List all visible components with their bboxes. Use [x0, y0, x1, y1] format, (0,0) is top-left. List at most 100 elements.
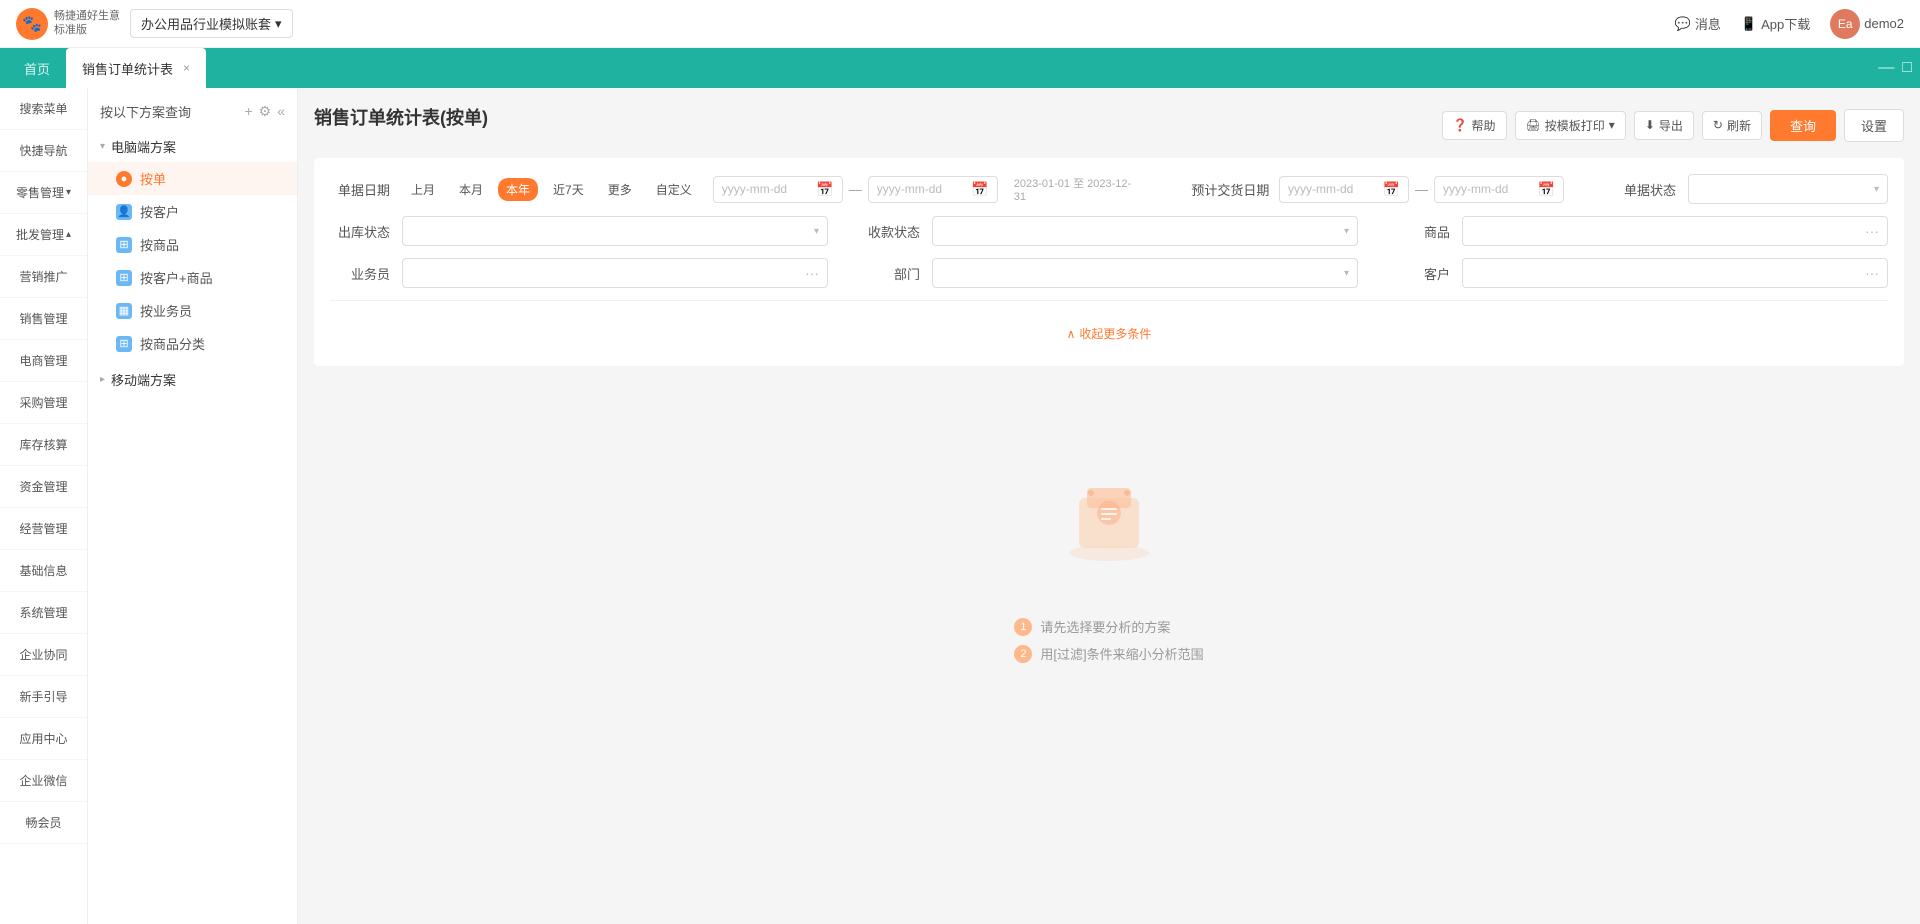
plan-item-by-product[interactable]: ⊞ 按商品: [88, 228, 297, 261]
date-from-input[interactable]: yyyy-mm-dd 📅: [713, 176, 843, 203]
expected-date-separator: —: [1415, 182, 1428, 197]
customer-field[interactable]: ···: [1462, 258, 1888, 288]
tab-home[interactable]: 首页: [8, 48, 66, 88]
window-minimize-icon[interactable]: —: [1878, 59, 1894, 77]
sidebar-item-retail[interactable]: 零售管理 ▾: [0, 172, 87, 214]
department-field[interactable]: ▾: [932, 258, 1358, 288]
ship-status-select[interactable]: ▾: [402, 216, 828, 246]
expected-date-to-input[interactable]: yyyy-mm-dd 📅: [1434, 176, 1564, 203]
by-customer-icon: 👤: [116, 204, 132, 220]
expected-date-input-group: yyyy-mm-dd 📅 — yyyy-mm-dd 📅: [1279, 176, 1564, 203]
help-button[interactable]: ❓ 帮助: [1442, 111, 1507, 140]
collapse-filter-button[interactable]: ∧ 收起更多条件: [330, 317, 1888, 350]
sidebar: 搜索菜单 快捷导航 零售管理 ▾ 批发管理 ▴ 营销推广 销售管理 电商管理 采…: [0, 88, 88, 924]
settings-button[interactable]: 设置: [1844, 109, 1904, 142]
mobile-solutions-header[interactable]: ▸ 移动端方案: [88, 364, 297, 395]
left-panel-header-actions: + ⚙ «: [244, 103, 285, 120]
calendar-icon: 📅: [1538, 181, 1555, 198]
doc-status-select[interactable]: ▾: [1688, 174, 1888, 204]
chevron-down-icon: ▾: [814, 226, 819, 237]
chevron-down-icon: ▾: [1874, 184, 1879, 195]
plan-item-by-product-category[interactable]: ⊞ 按商品分类: [88, 327, 297, 360]
calendar-icon: 📅: [816, 181, 833, 198]
by-order-icon: ●: [116, 171, 132, 187]
date-range-display: 2023-01-01 至 2023-12-31: [1014, 175, 1140, 203]
query-button[interactable]: 查询: [1770, 110, 1836, 141]
shortcut-last-7-days[interactable]: 近7天: [544, 177, 593, 202]
filter-row-date: 单据日期 上月 本月 本年 近7天 更多 自定义 yyyy-mm-dd 📅: [330, 174, 1888, 204]
tab-close-icon[interactable]: ×: [183, 61, 190, 75]
sidebar-item-inventory[interactable]: 库存核算: [0, 424, 87, 466]
page-header: 销售订单统计表(按单) ❓ 帮助 🖨 按模板打印 ▾ ⬇: [314, 104, 1904, 146]
sidebar-item-basic-info[interactable]: 基础信息: [0, 550, 87, 592]
help-icon: ❓: [1453, 118, 1468, 132]
top-bar-right: 💬 消息 📱 App下载 Ea demo2: [1675, 9, 1904, 39]
empty-state: 1 请先选择要分析的方案 2 用[过滤]条件来缩小分析范围: [314, 378, 1904, 743]
pay-status-select[interactable]: ▾: [932, 216, 1358, 246]
print-icon: 🖨: [1526, 118, 1541, 132]
ship-status-label: 出库状态: [330, 222, 390, 241]
add-plan-button[interactable]: +: [244, 103, 252, 120]
sidebar-item-enterprise[interactable]: 企业协同: [0, 634, 87, 676]
sidebar-item-system[interactable]: 系统管理: [0, 592, 87, 634]
sidebar-item-purchase[interactable]: 采购管理: [0, 382, 87, 424]
more-options-icon[interactable]: ···: [805, 265, 819, 281]
tip-number-2: 2: [1014, 645, 1032, 663]
shortcut-this-year[interactable]: 本年: [498, 178, 538, 201]
refresh-icon: ↻: [1713, 118, 1723, 132]
app-download-action[interactable]: 📱 App下载: [1741, 14, 1810, 33]
chevron-down-icon: ▾: [100, 141, 105, 152]
plan-item-by-customer[interactable]: 👤 按客户: [88, 195, 297, 228]
user-profile[interactable]: Ea demo2: [1830, 9, 1904, 39]
window-maximize-icon[interactable]: □: [1902, 59, 1912, 77]
by-product-icon: ⊞: [116, 237, 132, 253]
sidebar-item-quick-nav[interactable]: 快捷导航: [0, 130, 87, 172]
mobile-solutions-group: ▸ 移动端方案: [88, 364, 297, 395]
by-customer-product-icon: ⊞: [116, 270, 132, 286]
more-options-icon[interactable]: ···: [1865, 265, 1879, 281]
chevron-down-icon: ▾: [1344, 226, 1349, 237]
sidebar-item-member[interactable]: 畅会员: [0, 802, 87, 844]
by-product-category-icon: ⊞: [116, 336, 132, 352]
sidebar-item-app-center[interactable]: 应用中心: [0, 718, 87, 760]
shortcut-custom[interactable]: 自定义: [647, 177, 701, 202]
shortcut-more[interactable]: 更多: [599, 177, 641, 202]
chevron-down-icon: ▾: [1609, 118, 1615, 132]
export-button[interactable]: ⬇ 导出: [1634, 111, 1694, 140]
product-label: 商品: [1390, 222, 1450, 241]
sidebar-item-ecommerce[interactable]: 电商管理: [0, 340, 87, 382]
collapse-panel-icon[interactable]: «: [277, 103, 285, 120]
more-options-icon[interactable]: ···: [1865, 223, 1879, 239]
shortcut-last-month[interactable]: 上月: [402, 177, 444, 202]
sidebar-item-marketing[interactable]: 营销推广: [0, 256, 87, 298]
sidebar-item-wholesale[interactable]: 批发管理 ▴: [0, 214, 87, 256]
plan-item-by-order[interactable]: ● 按单: [88, 162, 297, 195]
sidebar-item-sales[interactable]: 销售管理: [0, 298, 87, 340]
product-field[interactable]: ···: [1462, 216, 1888, 246]
calendar-icon: 📅: [971, 181, 988, 198]
sidebar-item-search-menu[interactable]: 搜索菜单: [0, 88, 87, 130]
avatar: Ea: [1830, 9, 1860, 39]
app-selector[interactable]: 办公用品行业模拟账套 ▾: [130, 9, 293, 38]
tab-sales-order-stats[interactable]: 销售订单统计表 ×: [66, 48, 206, 88]
pc-solutions-header[interactable]: ▾ 电脑端方案: [88, 131, 297, 162]
sidebar-item-enterprise-wechat[interactable]: 企业微信: [0, 760, 87, 802]
plan-item-by-salesperson[interactable]: ▦ 按业务员: [88, 294, 297, 327]
sidebar-item-new-guide[interactable]: 新手引导: [0, 676, 87, 718]
sidebar-item-finance[interactable]: 资金管理: [0, 466, 87, 508]
settings-icon[interactable]: ⚙: [259, 103, 272, 120]
template-print-button[interactable]: 🖨 按模板打印 ▾: [1515, 111, 1626, 140]
shortcut-this-month[interactable]: 本月: [450, 177, 492, 202]
message-action[interactable]: 💬 消息: [1675, 14, 1721, 33]
doc-status-label: 单据状态: [1616, 180, 1676, 199]
expected-date-from-input[interactable]: yyyy-mm-dd 📅: [1279, 176, 1409, 203]
customer-label: 客户: [1390, 264, 1450, 283]
sidebar-item-operation[interactable]: 经营管理: [0, 508, 87, 550]
salesperson-field[interactable]: ···: [402, 258, 828, 288]
date-to-input[interactable]: yyyy-mm-dd 📅: [868, 176, 998, 203]
refresh-button[interactable]: ↻ 刷新: [1702, 111, 1762, 140]
logo-icon: 🐾: [16, 8, 48, 40]
plan-item-by-customer-product[interactable]: ⊞ 按客户+商品: [88, 261, 297, 294]
top-bar-left: 🐾 畅捷通好生意 标准版 办公用品行业模拟账套 ▾: [16, 8, 293, 40]
pay-status-label: 收款状态: [860, 222, 920, 241]
